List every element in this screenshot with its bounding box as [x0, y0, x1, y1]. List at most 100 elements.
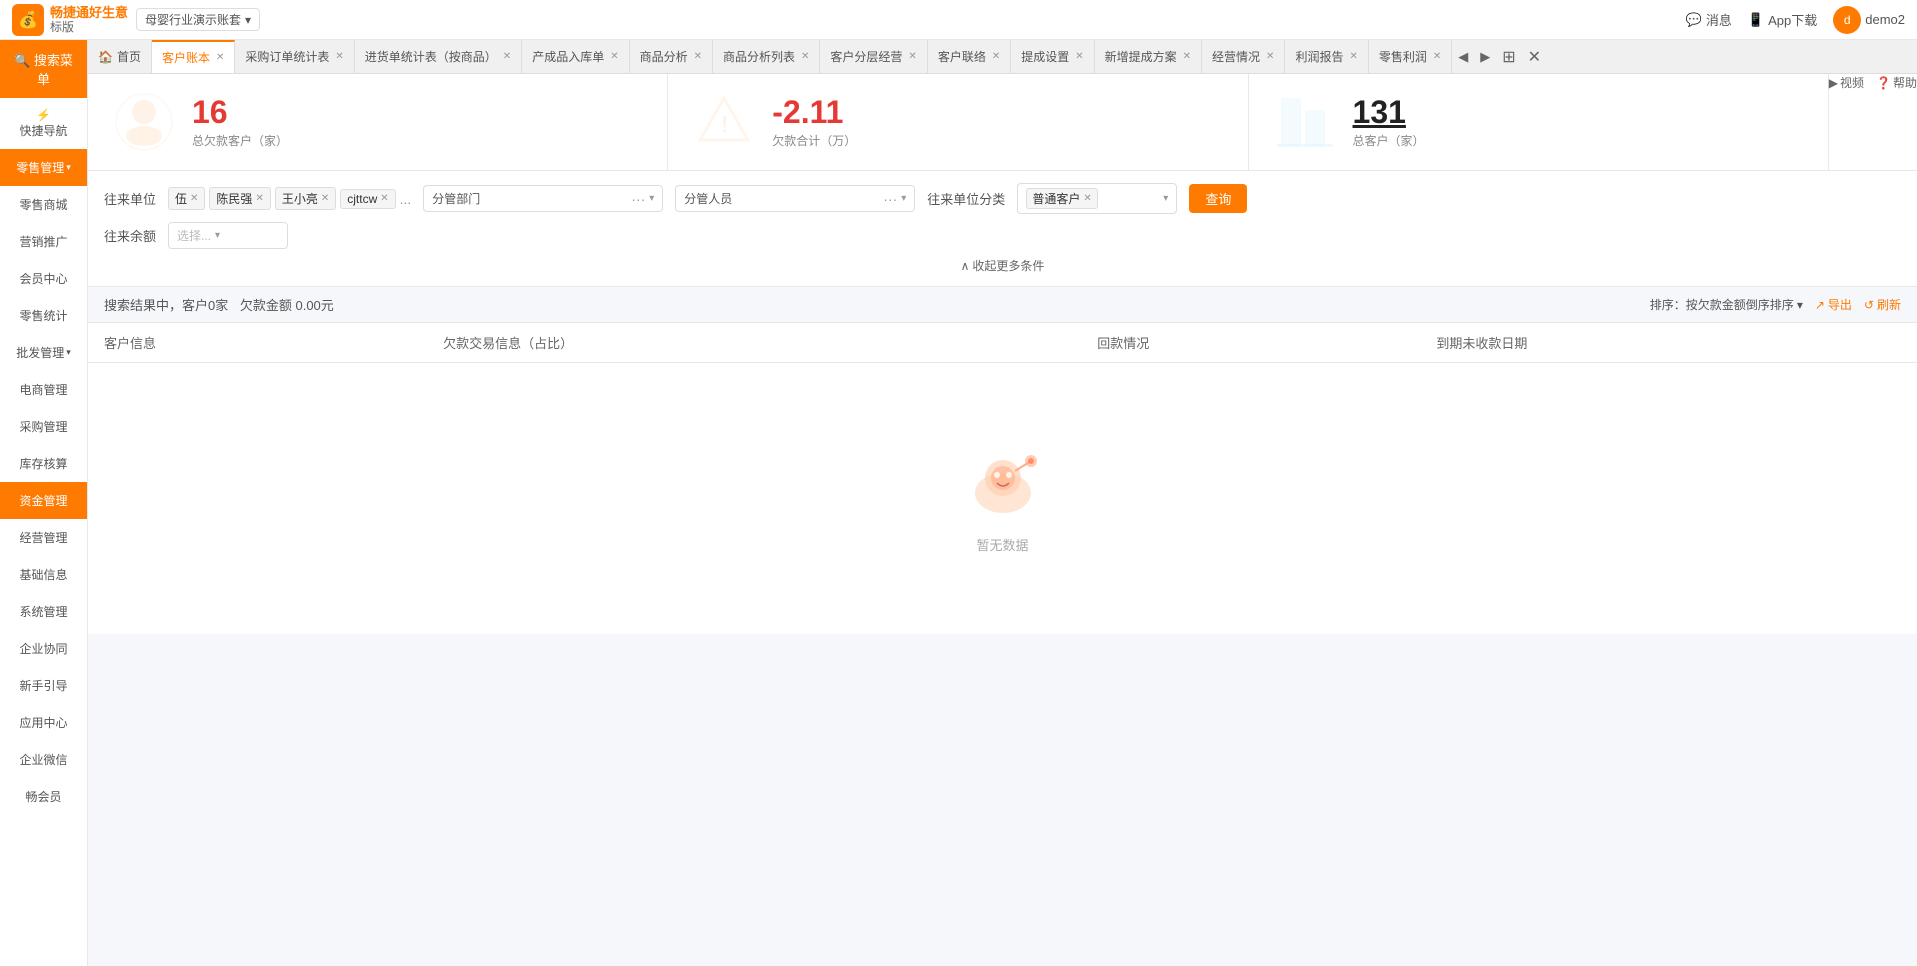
sidebar-item-retail-mgmt[interactable]: 零售管理 ▾ [0, 149, 87, 186]
person-filter[interactable]: 分管人员 ··· ▾ [675, 185, 915, 212]
tab-ops-situation[interactable]: 经营情况 ✕ [1202, 40, 1285, 74]
tab-bar: 🏠 首页 客户账本 ✕ 采购订单统计表 ✕ 进货单统计表（按商品） ✕ 产成品入… [88, 40, 1917, 74]
tab-purchase-stats[interactable]: 采购订单统计表 ✕ [235, 40, 354, 74]
tab-retail-profit-close[interactable]: ✕ [1433, 51, 1441, 62]
tab-ops-situation-close[interactable]: ✕ [1266, 51, 1274, 62]
refresh-label: 刷新 [1877, 296, 1901, 313]
tab-product-analysis-list-close[interactable]: ✕ [801, 51, 809, 62]
stat-actions: ▶ 视频 ❓ 帮助 [1829, 74, 1917, 170]
tab-boost-settings-close[interactable]: ✕ [1075, 51, 1083, 62]
tab-nav-next[interactable]: ▶ [1474, 49, 1496, 65]
person-more-btn[interactable]: ··· [883, 191, 897, 207]
sidebar-item-quick-nav[interactable]: ⚡ 快捷导航 [0, 98, 87, 149]
sidebar-item-member-center[interactable]: 会员中心 [0, 260, 87, 297]
avatar: d [1833, 6, 1861, 34]
stats-row: 16 总欠款客户（家） ! -2.11 欠款合计（万） [88, 74, 1917, 171]
tab-customer-connect[interactable]: 客户联络 ✕ [928, 40, 1011, 74]
sidebar-item-sys-mgmt[interactable]: 系统管理 [0, 593, 87, 630]
sidebar-label-sys-mgmt: 系统管理 [19, 605, 67, 619]
video-btn[interactable]: ▶ 视频 [1829, 74, 1864, 91]
tag-chen-close[interactable]: ✕ [255, 193, 263, 204]
collapse-btn[interactable]: ∧ 收起更多条件 [104, 257, 1901, 274]
sidebar-item-inventory[interactable]: 库存核算 [0, 445, 87, 482]
top-bar: 💰 畅捷通好生意 标版 母婴行业演示账套 ▾ 💬 消息 📱 App下载 d de… [0, 0, 1917, 40]
tab-profit-report[interactable]: 利润报告 ✕ [1285, 40, 1368, 74]
sidebar-item-app-center[interactable]: 应用中心 [0, 704, 87, 741]
sidebar-item-batch-mgmt[interactable]: 批发管理 ▾ [0, 334, 87, 371]
category-tag-close[interactable]: ✕ [1083, 193, 1091, 204]
tab-receivables[interactable]: 客户账本 ✕ [152, 40, 235, 74]
chevron-down-icon: ▾ [245, 13, 251, 27]
chevron-up-icon: ∧ [961, 259, 970, 273]
sidebar-label-retail-mgmt: 零售管理 [16, 159, 64, 176]
sidebar-item-capital-mgmt[interactable]: 资金管理 [0, 482, 87, 519]
tab-new-boost[interactable]: 新增提成方案 ✕ [1095, 40, 1202, 74]
tab-nav-close-all[interactable]: ✕ [1522, 47, 1547, 67]
tab-home[interactable]: 🏠 首页 [88, 40, 152, 74]
user-menu[interactable]: d demo2 [1833, 6, 1905, 34]
tab-cost-inbound-close[interactable]: ✕ [610, 51, 618, 62]
logo-area: 💰 畅捷通好生意 标版 [12, 4, 128, 36]
video-label: 视频 [1840, 74, 1864, 91]
tab-retail-profit-label: 零售利润 [1379, 48, 1427, 65]
more-tags-btn[interactable]: ... [400, 191, 412, 207]
sidebar-label-vip: 畅会员 [25, 790, 61, 804]
message-icon: 💬 [1686, 12, 1702, 28]
category-filter[interactable]: 普通客户 ✕ ▾ [1017, 183, 1177, 214]
tab-cost-inbound[interactable]: 产成品入库单 ✕ [522, 40, 629, 74]
export-btn[interactable]: ↗ 导出 [1815, 296, 1852, 313]
sidebar-item-basic-info[interactable]: 基础信息 [0, 556, 87, 593]
tab-product-analysis[interactable]: 商品分析 ✕ [630, 40, 713, 74]
sidebar-item-ecommerce[interactable]: 电商管理 [0, 371, 87, 408]
chevron-icon: ▾ [66, 162, 71, 173]
tab-customer-connect-close[interactable]: ✕ [992, 51, 1000, 62]
sidebar-label-capital-mgmt: 资金管理 [19, 494, 67, 508]
sidebar-item-enterprise[interactable]: 企业协同 [0, 630, 87, 667]
tab-profit-report-close[interactable]: ✕ [1349, 51, 1357, 62]
sidebar-search[interactable]: 🔍 搜索菜单 [0, 40, 87, 98]
tab-purchase-stats-close[interactable]: ✕ [335, 51, 343, 62]
sidebar-item-wechat[interactable]: 企业微信 [0, 741, 87, 778]
sidebar-item-vip[interactable]: 畅会员 [0, 778, 87, 815]
tab-nav-prev[interactable]: ◀ [1452, 49, 1474, 65]
help-btn[interactable]: ❓ 帮助 [1876, 74, 1917, 91]
tab-retail-profit[interactable]: 零售利润 ✕ [1369, 40, 1452, 74]
tab-nav-expand[interactable]: ⊞ [1496, 47, 1521, 67]
demo-selector-label: 母婴行业演示账套 [145, 11, 241, 28]
tag-wang-close[interactable]: ✕ [321, 193, 329, 204]
sidebar-item-retail-stats[interactable]: 零售统计 [0, 297, 87, 334]
tab-inbound-stats[interactable]: 进货单统计表（按商品） ✕ [355, 40, 522, 74]
tab-customer-tier[interactable]: 客户分层经营 ✕ [820, 40, 927, 74]
app-download-btn[interactable]: 📱 App下载 [1748, 10, 1817, 29]
sidebar-item-guide[interactable]: 新手引导 [0, 667, 87, 704]
tab-new-boost-label: 新增提成方案 [1105, 48, 1177, 65]
remain-filter-label: 往来余额 [104, 226, 156, 245]
remain-filter[interactable]: 选择... ▾ [168, 222, 288, 249]
tab-receivables-close[interactable]: ✕ [216, 52, 224, 63]
tab-product-analysis-list[interactable]: 商品分析列表 ✕ [713, 40, 820, 74]
sidebar-item-ops-mgmt[interactable]: 经营管理 [0, 519, 87, 556]
demo-selector[interactable]: 母婴行业演示账套 ▾ [136, 8, 260, 31]
search-button[interactable]: 查询 [1189, 184, 1247, 213]
sidebar-item-marketing[interactable]: 营销推广 [0, 223, 87, 260]
tag-cjttcw-close[interactable]: ✕ [380, 193, 388, 204]
tab-boost-settings[interactable]: 提成设置 ✕ [1011, 40, 1094, 74]
message-btn[interactable]: 💬 消息 [1686, 10, 1732, 29]
person-filter-label: 分管人员 [684, 190, 732, 207]
tab-new-boost-close[interactable]: ✕ [1183, 51, 1191, 62]
result-summary: 搜索结果中，客户0家 [104, 298, 228, 313]
dept-more-btn[interactable]: ··· [631, 191, 645, 207]
tab-product-analysis-close[interactable]: ✕ [694, 51, 702, 62]
refresh-btn[interactable]: ↺ 刷新 [1864, 296, 1901, 313]
table-body: 暂无数据 [88, 363, 1917, 635]
tab-customer-tier-close[interactable]: ✕ [908, 51, 916, 62]
dept-filter[interactable]: 分管部门 ··· ▾ [423, 185, 663, 212]
sort-selector[interactable]: 排序：按欠款金额倒序排序 ▾ [1650, 296, 1803, 313]
tag-wu-close[interactable]: ✕ [190, 193, 198, 204]
sidebar-item-retail-mall[interactable]: 零售商城 [0, 186, 87, 223]
tab-inbound-stats-close[interactable]: ✕ [503, 51, 511, 62]
tab-receivables-label: 客户账本 [162, 49, 210, 66]
sidebar-item-purchase-mgmt[interactable]: 采购管理 [0, 408, 87, 445]
stat-card-customers: 131 总客户（家） [1249, 74, 1829, 170]
tab-product-analysis-label: 商品分析 [640, 48, 688, 65]
